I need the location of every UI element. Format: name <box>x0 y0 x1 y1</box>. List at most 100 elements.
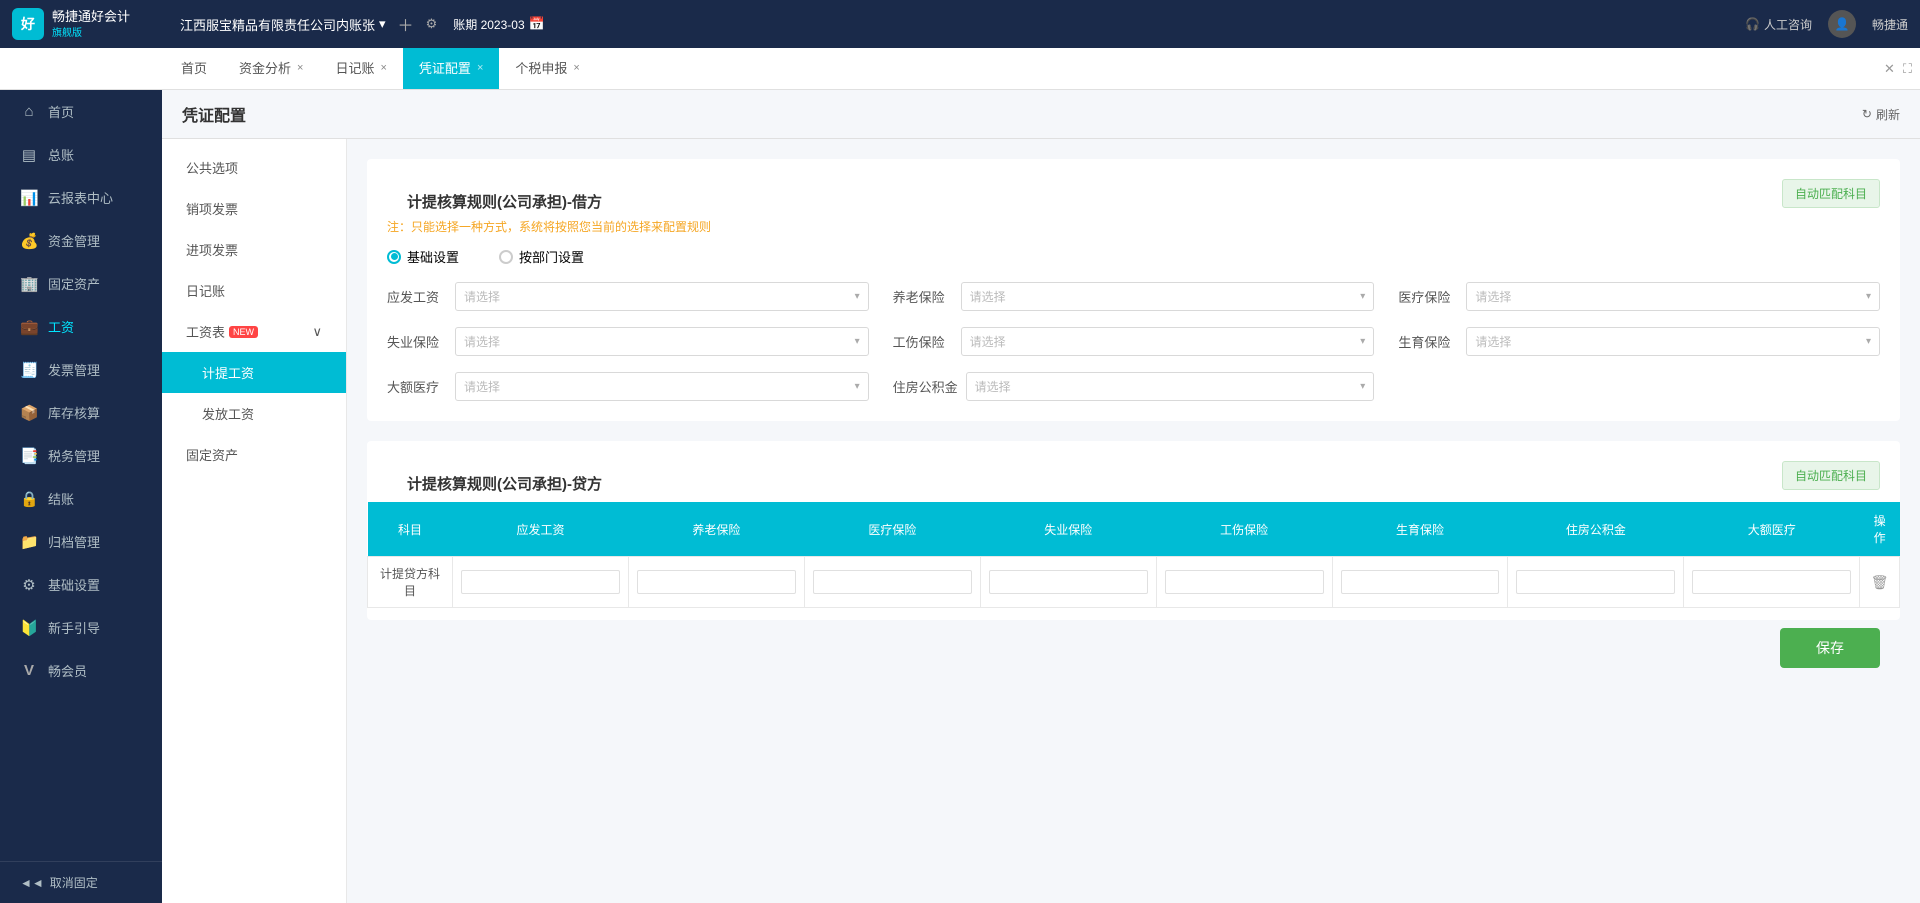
select-sybx2-placeholder: 请选择 <box>1475 333 1511 350</box>
nav-sales[interactable]: 销项发票 <box>162 188 346 229</box>
input-ylbx2[interactable] <box>813 570 972 594</box>
tab-journal-close[interactable]: × <box>380 62 386 74</box>
service-button[interactable]: 🎧 人工咨询 <box>1745 16 1812 33</box>
col-header-ylbx2: 医疗保险 <box>804 502 980 557</box>
refresh-icon: ↻ <box>1862 107 1872 121</box>
cell-ylbx2 <box>804 557 980 608</box>
cell-ylbx <box>628 557 804 608</box>
nav-fafa[interactable]: 发放工资 <box>162 393 346 434</box>
avatar[interactable]: 👤 <box>1828 10 1856 38</box>
tab-journal[interactable]: 日记账 × <box>319 48 402 89</box>
tab-bar: 首页 资金分析 × 日记账 × 凭证配置 × 个税申报 × ✕ ⛶ <box>0 48 1920 90</box>
save-button[interactable]: 保存 <box>1780 628 1880 668</box>
table-row: 计提贷方科目 🗑 <box>368 557 1900 608</box>
sidebar-item-close[interactable]: 🔒 结账 <box>0 477 162 520</box>
credit-section-card: 计提核算规则(公司承担)-贷方 自动匹配科目 科目 应发工资 养老保险 医疗保险… <box>367 441 1900 620</box>
page-header: 凭证配置 ↻ 刷新 <box>162 90 1920 139</box>
sidebar-label-vip: 畅会员 <box>48 661 87 680</box>
sidebar-item-invoice[interactable]: 🧾 发票管理 <box>0 348 162 391</box>
select-yfgz[interactable]: 请选择 ▾ <box>455 282 869 311</box>
sidebar-label-settings: 基础设置 <box>48 575 100 594</box>
add-button[interactable]: ＋ <box>398 12 414 36</box>
app-edition: 旗舰版 <box>52 24 130 39</box>
tab-home[interactable]: 首页 <box>165 48 223 89</box>
debit-section-title: 计提核算规则(公司承担)-借方 <box>387 175 622 212</box>
invoice-icon: 🧾 <box>20 361 38 379</box>
select-sybx-placeholder: 请选择 <box>464 333 500 350</box>
nav-purchase[interactable]: 进项发票 <box>162 229 346 270</box>
nav-fixed-assets[interactable]: 固定资产 <box>162 434 346 475</box>
refresh-button[interactable]: ↻ 刷新 <box>1862 106 1900 123</box>
tab-journal-label: 日记账 <box>335 58 374 77</box>
cell-gsbx <box>1156 557 1332 608</box>
select-dey[interactable]: 请选择 ▾ <box>455 372 869 401</box>
tab-funds-close[interactable]: × <box>297 62 303 74</box>
sidebar-item-archive[interactable]: 📁 归档管理 <box>0 520 162 563</box>
col-header-zfgjj: 住房公积金 <box>1508 502 1684 557</box>
select-ylbx[interactable]: 请选择 ▾ <box>961 282 1375 311</box>
radio-basic-label: 基础设置 <box>407 247 459 266</box>
tab-home-label: 首页 <box>181 58 207 77</box>
sidebar-item-assets[interactable]: 🏢 固定资产 <box>0 262 162 305</box>
input-sybx[interactable] <box>989 570 1148 594</box>
input-gsbx[interactable] <box>1165 570 1324 594</box>
select-zfgjj[interactable]: 请选择 ▾ <box>966 372 1375 401</box>
radio-basic[interactable]: 基础设置 <box>387 247 459 266</box>
sidebar-item-settings[interactable]: ⚙ 基础设置 <box>0 563 162 606</box>
sidebar-item-reports[interactable]: 📊 云报表中心 <box>0 176 162 219</box>
delete-icon[interactable]: 🗑 <box>1871 574 1889 590</box>
calendar-icon[interactable]: 📅 <box>529 16 545 32</box>
sidebar-item-ledger[interactable]: ▤ 总账 <box>0 133 162 176</box>
sidebar-item-guide[interactable]: 🔰 新手引导 <box>0 606 162 649</box>
sidebar-label-ledger: 总账 <box>48 145 74 164</box>
cancel-pin-button[interactable]: ◄◄ 取消固定 <box>0 861 162 903</box>
sidebar-item-vip[interactable]: V 畅会员 <box>0 649 162 692</box>
tab-tax-close[interactable]: × <box>573 62 579 74</box>
radio-dept[interactable]: 按部门设置 <box>499 247 584 266</box>
tab-voucher-config[interactable]: 凭证配置 × <box>403 48 499 89</box>
nav-salary-table[interactable]: 工资表 NEW ∨ <box>162 311 346 352</box>
sidebar: ⌂ 首页 ▤ 总账 📊 云报表中心 💰 资金管理 🏢 固定资产 💼 工资 🧾 发… <box>0 90 162 903</box>
sidebar-label-home: 首页 <box>48 102 74 121</box>
nav-journal[interactable]: 日记账 <box>162 270 346 311</box>
select-ylbx2[interactable]: 请选择 ▾ <box>1466 282 1880 311</box>
salary-icon: 💼 <box>20 318 38 336</box>
sidebar-item-tax[interactable]: 📑 税务管理 <box>0 434 162 477</box>
cell-yfgz <box>453 557 629 608</box>
select-sybx2[interactable]: 请选择 ▾ <box>1466 327 1880 356</box>
guide-icon: 🔰 <box>20 619 38 637</box>
select-sybx[interactable]: 请选择 ▾ <box>455 327 869 356</box>
debit-auto-match-button[interactable]: 自动匹配科目 <box>1782 179 1880 208</box>
debit-form-grid: 应发工资 请选择 ▾ 养老保险 请选择 ▾ <box>367 282 1900 421</box>
tab-voucher-close[interactable]: × <box>477 62 483 74</box>
credit-auto-match-button[interactable]: 自动匹配科目 <box>1782 461 1880 490</box>
field-gsbx: 工伤保险 请选择 ▾ <box>893 327 1375 356</box>
select-gsbx[interactable]: 请选择 ▾ <box>961 327 1375 356</box>
label-ylbx: 养老保险 <box>893 287 953 306</box>
input-yfgz[interactable] <box>461 570 620 594</box>
header-right: 🎧 人工咨询 👤 畅捷通 <box>1745 10 1908 38</box>
input-sybx2[interactable] <box>1341 570 1500 594</box>
input-zfgjj[interactable] <box>1516 570 1675 594</box>
col-header-sybx: 失业保险 <box>980 502 1156 557</box>
input-ylbx[interactable] <box>637 570 796 594</box>
nav-public[interactable]: 公共选项 <box>162 147 346 188</box>
company-dropdown-icon[interactable]: ▾ <box>379 16 386 32</box>
field-yfgz: 应发工资 请选择 ▾ <box>387 282 869 311</box>
field-ylbx2: 医疗保险 请选择 ▾ <box>1398 282 1880 311</box>
settings-icon[interactable]: ⚙ <box>426 16 438 32</box>
radio-dept-circle <box>499 250 513 264</box>
tab-funds[interactable]: 资金分析 × <box>223 48 319 89</box>
nav-jiti[interactable]: 计提工资 <box>162 352 346 393</box>
close-window-icon[interactable]: ✕ <box>1884 61 1895 77</box>
sidebar-label-assets: 固定资产 <box>48 274 100 293</box>
sidebar-label-funds: 资金管理 <box>48 231 100 250</box>
sidebar-item-salary[interactable]: 💼 工资 <box>0 305 162 348</box>
sidebar-item-inventory[interactable]: 📦 库存核算 <box>0 391 162 434</box>
tab-tax[interactable]: 个税申报 × <box>499 48 595 89</box>
logo-text-block: 畅捷通好会计 旗舰版 <box>52 9 130 40</box>
input-dey[interactable] <box>1692 570 1851 594</box>
sidebar-item-funds[interactable]: 💰 资金管理 <box>0 219 162 262</box>
sidebar-item-home[interactable]: ⌂ 首页 <box>0 90 162 133</box>
expand-window-icon[interactable]: ⛶ <box>1903 61 1912 77</box>
